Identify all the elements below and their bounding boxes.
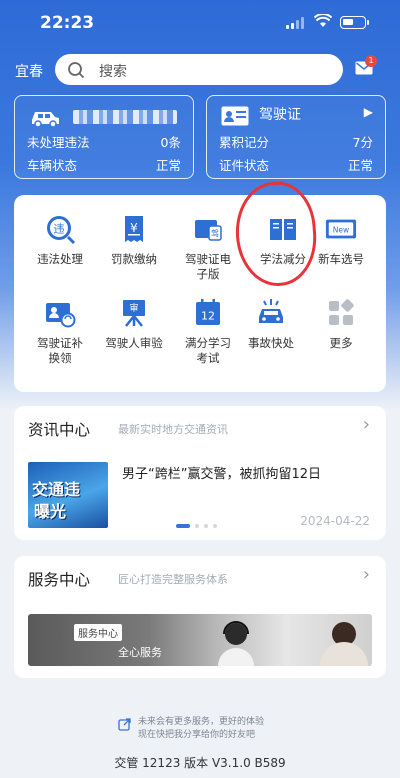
- news-date: 2024-04-22: [300, 514, 370, 528]
- status-bar: 22:23: [0, 0, 400, 46]
- service-center-panel[interactable]: 服务中心 匠心打造完整服务体系 › 服务中心 全心服务: [14, 556, 386, 678]
- svg-text:审: 审: [129, 302, 138, 314]
- points-value: 7分: [352, 135, 373, 150]
- service-grid: 违 违法处理 ¥ 罚款缴纳 驾 驾驶证电 子版 学法减分 New 新车选号 驾驶…: [14, 195, 386, 392]
- license-card[interactable]: 驾驶证 ▶ 累积记分 7分 证件状态 正常: [206, 95, 386, 179]
- share-icon[interactable]: [118, 718, 131, 731]
- service-label: 驾驶人审验: [105, 336, 163, 350]
- service-banner[interactable]: 服务中心 全心服务: [28, 614, 372, 666]
- service-label: 事故快处: [248, 336, 294, 350]
- license-status-label: 证件状态: [219, 158, 270, 173]
- news-thumbnail[interactable]: 交通违 曝光: [28, 462, 108, 528]
- service-label-line2: 换领: [48, 351, 72, 365]
- license-status-value: 正常: [347, 158, 373, 173]
- chevron-right-icon[interactable]: ›: [363, 414, 370, 435]
- plate-number-masked: [73, 110, 177, 124]
- violations-label: 未处理违法: [27, 135, 90, 150]
- license-title: 驾驶证: [259, 107, 301, 123]
- svg-text:12: 12: [201, 310, 215, 323]
- cellular-signal-icon: [286, 16, 304, 29]
- news-headline[interactable]: 男子“跨栏”赢交警，被抓拘留12日: [122, 463, 321, 482]
- footer-share-line2[interactable]: 现在快把我分享给你的好友吧: [138, 727, 255, 740]
- service-label: 更多: [329, 336, 353, 350]
- person-illustration: [320, 622, 368, 666]
- service-label-line2: 考试: [196, 351, 220, 365]
- vehicle-status-row: 车辆状态 正常: [27, 155, 181, 174]
- service-center-title: 服务中心: [28, 571, 91, 589]
- footer-share-line1[interactable]: 未来会有更多服务，更好的体验: [138, 714, 264, 727]
- new-plate-icon: New: [325, 213, 357, 245]
- mail-badge: 1: [365, 55, 377, 67]
- car-icon: [32, 112, 59, 128]
- vehicle-status-label: 车辆状态: [27, 158, 78, 173]
- svg-text:New: New: [333, 225, 349, 234]
- exam-calendar-icon: 12: [192, 297, 224, 329]
- license-renew-icon: [44, 297, 76, 329]
- chevron-right-icon: ▶: [363, 105, 373, 119]
- service-label-line1: 驾驶证电: [185, 252, 231, 266]
- fine-receipt-icon: ¥: [118, 213, 150, 245]
- svg-text:驾: 驾: [211, 228, 219, 238]
- version-text: 交管 12123 版本 V3.1.0 B589: [114, 756, 286, 770]
- violations-value: 0条: [160, 135, 181, 150]
- accident-car-icon: [255, 297, 287, 329]
- battery-icon: [340, 16, 366, 29]
- svg-text:违: 违: [54, 223, 65, 236]
- service-violation-handling[interactable]: 违 违法处理: [23, 213, 97, 267]
- search-input[interactable]: 搜索: [55, 54, 343, 85]
- license-status-row: 证件状态 正常: [219, 155, 373, 174]
- chevron-right-icon[interactable]: ›: [363, 564, 370, 585]
- news-subtitle: 最新实时地方交通资讯: [118, 423, 228, 436]
- service-more[interactable]: 更多: [304, 297, 378, 351]
- vehicle-status-value: 正常: [155, 158, 181, 173]
- e-license-icon: 驾: [192, 213, 224, 245]
- service-label: 新车选号: [318, 252, 364, 266]
- headset-agent-illustration: [218, 621, 254, 666]
- search-placeholder: 搜索: [99, 64, 127, 80]
- points-row: 累积记分 7分: [219, 132, 373, 151]
- city-selector[interactable]: 宜春: [15, 61, 43, 81]
- violations-row: 未处理违法 0条: [27, 132, 181, 151]
- service-license-renew[interactable]: 驾驶证补 换领: [23, 297, 97, 366]
- banner-tag: 服务中心: [74, 624, 122, 641]
- more-grid-icon: [325, 297, 357, 329]
- license-card-icon: [221, 106, 249, 126]
- news-image-text-2: 曝光: [34, 502, 67, 521]
- service-accident-quick[interactable]: 事故快处: [234, 297, 308, 351]
- service-driver-review[interactable]: 审 驾驶人审验: [97, 297, 171, 351]
- violation-icon: 违: [44, 213, 76, 245]
- service-center-subtitle: 匠心打造完整服务体系: [118, 573, 228, 586]
- service-label-line1: 驾驶证补: [37, 336, 83, 350]
- search-icon: [68, 62, 85, 79]
- svg-text:¥: ¥: [130, 221, 138, 235]
- service-label-line2: 子版: [196, 267, 220, 281]
- wifi-icon: [314, 14, 332, 27]
- news-panel[interactable]: 资讯中心 最新实时地方交通资讯 › 交通违 曝光 男子“跨栏”赢交警，被抓拘留1…: [14, 406, 386, 540]
- news-image-text-1: 交通违: [32, 480, 81, 499]
- service-e-license[interactable]: 驾 驾驶证电 子版: [171, 213, 245, 282]
- points-label: 累积记分: [219, 135, 270, 150]
- banner-text: 全心服务: [118, 646, 162, 659]
- driver-review-icon: 审: [118, 297, 150, 329]
- service-label: 违法处理: [37, 252, 83, 266]
- service-fine-payment[interactable]: ¥ 罚款缴纳: [97, 213, 171, 267]
- carousel-indicator: [176, 524, 217, 528]
- status-time: 22:23: [40, 13, 95, 33]
- service-label: 罚款缴纳: [111, 252, 157, 266]
- news-title: 资讯中心: [28, 421, 91, 439]
- vehicle-card[interactable]: 未处理违法 0条 车辆状态 正常: [14, 95, 194, 179]
